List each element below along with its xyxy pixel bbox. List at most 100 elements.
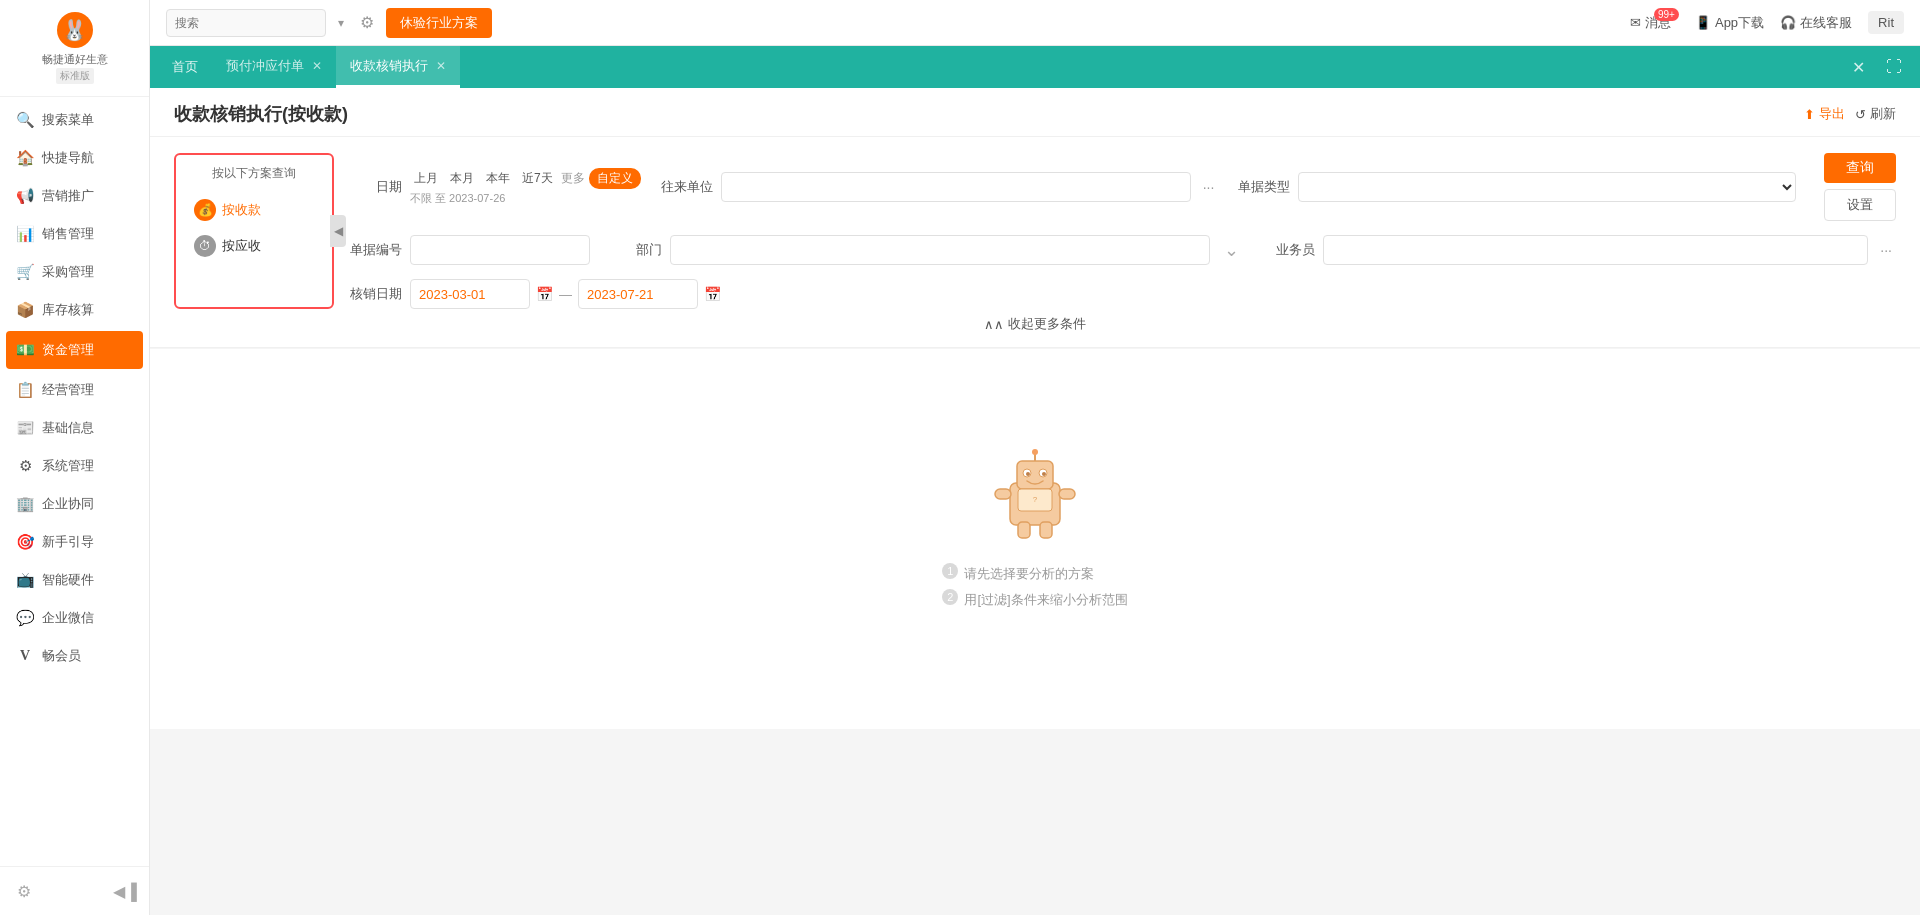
sidebar-label: 销售管理 [42,225,94,243]
app-version: 标准版 [56,68,94,84]
download-icon: 📱 [1695,15,1711,30]
verify-date-start-input[interactable] [410,279,530,309]
date-custom-btn[interactable]: 自定义 [589,168,641,189]
sidebar-item-finance[interactable]: 💵 资金管理 [6,331,143,369]
dept-input[interactable] [670,235,1210,265]
sidebar-item-basic-info[interactable]: 📰 基础信息 [0,409,149,447]
settings-bottom-button[interactable]: ⚙ [8,875,40,907]
sidebar-item-inventory[interactable]: 📦 库存核算 [0,291,149,329]
filter-salesperson-field: 业务员 ··· [1263,235,1896,265]
sidebar-item-purchase[interactable]: 🛒 采购管理 [0,253,149,291]
tab-prepay-close-icon[interactable]: ✕ [312,59,322,73]
date-this-year-btn[interactable]: 本年 [482,168,514,189]
sidebar-label: 畅会员 [42,647,81,665]
verify-date-range: 📅 — 📅 [410,279,721,309]
user-menu[interactable]: Rit [1868,11,1904,34]
date-quick-btns: 上月 本月 本年 近7天 更多 自定义 [410,168,641,189]
filter-option-by-receipt[interactable]: 💰 按收款 [184,192,324,228]
sidebar-item-search-menu[interactable]: 🔍 搜索菜单 [0,101,149,139]
filter-row-3: 核销日期 📅 — 📅 [350,279,1896,309]
customer-service-button[interactable]: 🎧 在线客服 [1780,14,1852,32]
svg-point-7 [1032,449,1038,455]
page-header-actions: ⬆ 导出 ↺ 刷新 [1804,105,1896,123]
basic-info-icon: 📰 [16,419,34,437]
filter-option-by-receivable[interactable]: ⏱ 按应收 [184,228,324,264]
salesperson-input[interactable] [1323,235,1868,265]
query-button[interactable]: 查询 [1824,153,1896,183]
message-button[interactable]: ✉ 消息 99+ [1630,14,1671,32]
tab-prepay[interactable]: 预付冲应付单 ✕ [212,46,336,88]
salesperson-picker-icon[interactable]: ··· [1876,242,1896,258]
bill-no-input[interactable] [410,235,590,265]
dept-dropdown-icon[interactable]: ⌄ [1220,239,1243,261]
filter-bill-no-field: 单据编号 [350,235,590,265]
sidebar-item-marketing[interactable]: 📢 营销推广 [0,177,149,215]
empty-tips: 1 请先选择要分析的方案 2 用[过滤]条件来缩小分析范围 [942,561,1127,613]
sidebar-item-operations[interactable]: 📋 经营管理 [0,371,149,409]
sidebar-item-quick-nav[interactable]: 🏠 快捷导航 [0,139,149,177]
svg-point-5 [1042,472,1046,476]
date-last-month-btn[interactable]: 上月 [410,168,442,189]
verify-date-end-calendar-icon[interactable]: 📅 [704,286,721,302]
collapse-sidebar-button[interactable]: ◀▐ [109,875,141,907]
receipt-icon: 💰 [194,199,216,221]
refresh-button[interactable]: ↺ 刷新 [1855,105,1896,123]
filter-form: 日期 上月 本月 本年 近7天 更多 自定义 不限 至 [350,153,1896,309]
gear-icon[interactable]: ⚙ [360,13,374,32]
message-icon: ✉ [1630,15,1641,30]
search-input[interactable] [166,9,326,37]
export-icon: ⬆ [1804,107,1815,122]
guide-icon: 🎯 [16,533,34,551]
sidebar-label: 智能硬件 [42,571,94,589]
export-button[interactable]: ⬆ 导出 [1804,105,1845,123]
verify-date-end-input[interactable] [578,279,698,309]
fullscreen-button[interactable]: ⛶ [1880,53,1908,81]
counterparty-input[interactable] [721,172,1191,202]
system-icon: ⚙ [16,457,34,475]
sidebar-item-wechat[interactable]: 💬 企业微信 [0,599,149,637]
wechat-icon: 💬 [16,609,34,627]
empty-illustration: ? [985,445,1085,545]
tab-home[interactable]: 首页 [158,46,212,88]
filter-plan-title: 按以下方案查询 [184,165,324,182]
bill-type-select[interactable] [1298,172,1796,202]
search-icon: 🔍 [16,111,34,129]
sidebar-item-sales[interactable]: 📊 销售管理 [0,215,149,253]
counterparty-picker-icon[interactable]: ··· [1199,179,1219,195]
tab-receipt-verify[interactable]: 收款核销执行 ✕ [336,46,460,88]
date-more-btn[interactable]: 更多 [561,170,585,187]
collapse-bar: ∧∧ 收起更多条件 [150,309,1920,348]
svg-rect-10 [1018,522,1030,538]
date-7days-btn[interactable]: 近7天 [518,168,557,189]
topbar-search [166,9,326,37]
enterprise-icon: 🏢 [16,495,34,513]
sidebar-label: 企业微信 [42,609,94,627]
filter-date-field: 日期 上月 本月 本年 近7天 更多 自定义 不限 至 [350,168,641,206]
app-download-button[interactable]: 📱 App下载 [1695,14,1764,32]
solution-button[interactable]: 休验行业方案 [386,8,492,38]
date-this-month-btn[interactable]: 本月 [446,168,478,189]
verify-date-start-calendar-icon[interactable]: 📅 [536,286,553,302]
sidebar-item-smart-hw[interactable]: 📺 智能硬件 [0,561,149,599]
sidebar-item-vip[interactable]: V 畅会员 [0,637,149,675]
tab-receipt-verify-close-icon[interactable]: ✕ [436,59,446,73]
collapse-more-button[interactable]: ∧∧ 收起更多条件 [984,315,1086,333]
logo-icon: 🐰 [57,12,93,48]
filter-bill-type-field: 单据类型 [1238,172,1796,202]
search-chevron-icon[interactable]: ▾ [338,16,344,30]
sidebar-item-enterprise[interactable]: 🏢 企业协同 [0,485,149,523]
sidebar-label: 新手引导 [42,533,94,551]
sidebar-item-guide[interactable]: 🎯 新手引导 [0,523,149,561]
filter-plan-panel: 按以下方案查询 💰 按收款 ⏱ 按应收 ◀ [174,153,334,309]
filter-row-1: 日期 上月 本月 本年 近7天 更多 自定义 不限 至 [350,153,1896,221]
sidebar-item-system[interactable]: ⚙ 系统管理 [0,447,149,485]
page-header: 收款核销执行(按收款) ⬆ 导出 ↺ 刷新 [150,88,1920,137]
svg-rect-11 [1040,522,1052,538]
sidebar-label: 资金管理 [42,341,94,359]
marketing-icon: 📢 [16,187,34,205]
filter-dept-field: 部门 ⌄ [610,235,1243,265]
close-tab-button[interactable]: ✕ [1844,53,1872,81]
collapse-plan-panel-button[interactable]: ◀ [330,215,346,247]
settings-button[interactable]: 设置 [1824,189,1896,221]
sidebar-label: 采购管理 [42,263,94,281]
